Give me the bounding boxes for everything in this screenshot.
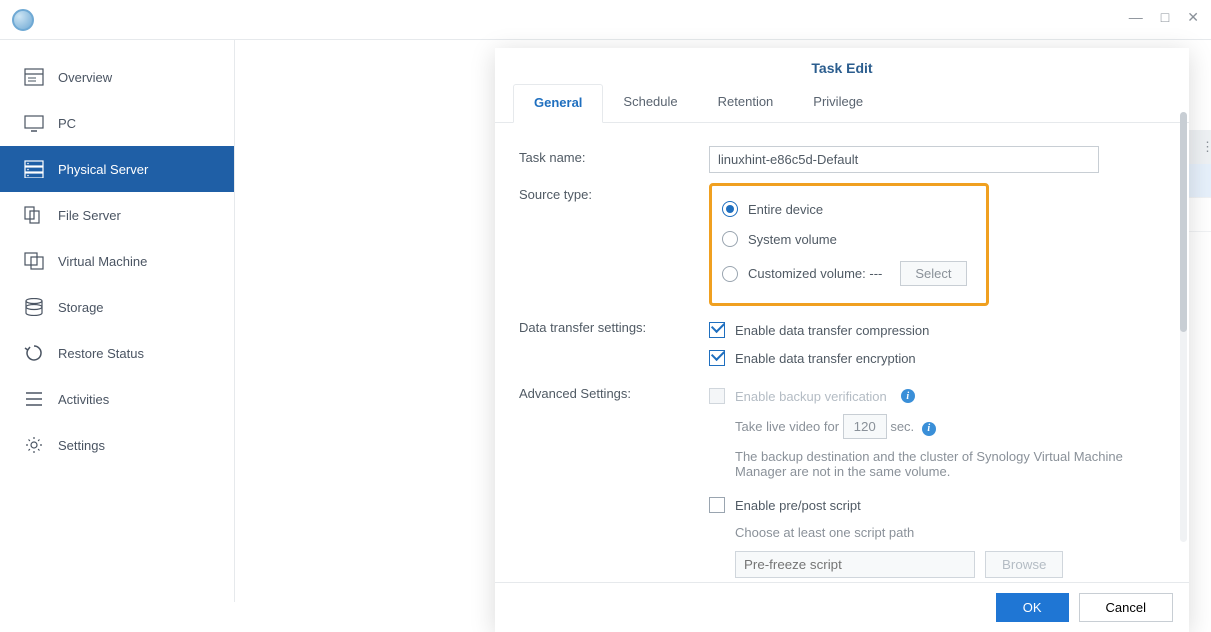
app-logo-icon: [12, 9, 34, 31]
radio-customized-volume[interactable]: Customized volume: --- Select: [722, 254, 976, 293]
live-video-seconds-input: [843, 414, 887, 439]
tab-privilege[interactable]: Privilege: [793, 84, 883, 122]
tab-general[interactable]: General: [513, 84, 603, 123]
server-icon: [24, 160, 44, 178]
file-server-icon: [24, 206, 44, 224]
volume-warning: The backup destination and the cluster o…: [735, 443, 1155, 491]
checkbox-icon: [709, 497, 725, 513]
script-help: Choose at least one script path: [735, 519, 1165, 546]
tab-schedule[interactable]: Schedule: [603, 84, 697, 122]
sidebar-item-file-server[interactable]: File Server: [0, 192, 234, 238]
sidebar-item-label: Restore Status: [58, 346, 144, 361]
sidebar-item-pc[interactable]: PC: [0, 100, 234, 146]
modal-footer: OK Cancel: [495, 582, 1189, 632]
checkbox-verification: Enable backup verification i: [709, 382, 1165, 410]
sidebar-item-physical-server[interactable]: Physical Server: [0, 146, 234, 192]
checkbox-compression[interactable]: Enable data transfer compression: [709, 316, 1165, 344]
radio-label: Customized volume: ---: [748, 266, 882, 281]
checkbox-label: Enable backup verification: [735, 389, 887, 404]
browse-pre-button: Browse: [985, 551, 1063, 578]
sidebar-item-storage[interactable]: Storage: [0, 284, 234, 330]
radio-system-volume[interactable]: System volume: [722, 224, 976, 254]
vm-icon: [24, 252, 44, 270]
pre-freeze-input: [735, 551, 975, 578]
cancel-button[interactable]: Cancel: [1079, 593, 1173, 622]
sidebar-item-label: PC: [58, 116, 76, 131]
scrollbar[interactable]: [1180, 112, 1187, 542]
gear-icon: [24, 436, 44, 454]
checkbox-label: Enable data transfer encryption: [735, 351, 916, 366]
checkbox-encryption[interactable]: Enable data transfer encryption: [709, 344, 1165, 372]
checkbox-label: Enable pre/post script: [735, 498, 861, 513]
checkbox-icon: [709, 388, 725, 404]
live-video-prefix: Take live video for: [735, 419, 839, 434]
checkbox-script[interactable]: Enable pre/post script: [709, 491, 1165, 519]
sidebar-item-label: Activities: [58, 392, 109, 407]
data-transfer-label: Data transfer settings:: [519, 316, 709, 335]
storage-icon: [24, 298, 44, 316]
sidebar-item-label: File Server: [58, 208, 121, 223]
table-more-icon[interactable]: ⋮: [1191, 130, 1211, 164]
select-volume-button[interactable]: Select: [900, 261, 966, 286]
sidebar-item-label: Overview: [58, 70, 112, 85]
close-icon[interactable]: ✕: [1187, 10, 1199, 24]
tab-retention[interactable]: Retention: [698, 84, 794, 122]
modal-body: Task name: Source type: Entire device: [495, 123, 1189, 582]
main-area: Overview PC Physical Server File Server …: [0, 40, 1211, 602]
sidebar-item-label: Virtual Machine: [58, 254, 147, 269]
pc-icon: [24, 114, 44, 132]
radio-icon: [722, 231, 738, 247]
advanced-settings-label: Advanced Settings:: [519, 382, 709, 401]
task-name-input[interactable]: [709, 146, 1099, 173]
checkbox-icon: [709, 350, 725, 366]
live-video-suffix: sec.: [890, 419, 914, 434]
sidebar-item-overview[interactable]: Overview: [0, 54, 234, 100]
info-icon[interactable]: i: [922, 422, 936, 436]
modal-tabs: General Schedule Retention Privilege: [495, 84, 1189, 123]
scrollbar-thumb[interactable]: [1180, 112, 1187, 332]
sidebar-item-label: Settings: [58, 438, 105, 453]
sidebar-item-label: Physical Server: [58, 162, 148, 177]
sidebar-item-settings[interactable]: Settings: [0, 422, 234, 468]
radio-entire-device[interactable]: Entire device: [722, 194, 976, 224]
maximize-icon[interactable]: □: [1161, 10, 1169, 24]
sidebar: Overview PC Physical Server File Server …: [0, 40, 235, 602]
titlebar: — □ ✕: [0, 0, 1211, 40]
modal-title: Task Edit: [495, 48, 1189, 84]
task-edit-modal: Task Edit General Schedule Retention Pri…: [495, 48, 1189, 632]
overview-icon: [24, 68, 44, 86]
sidebar-item-label: Storage: [58, 300, 104, 315]
radio-label: Entire device: [748, 202, 823, 217]
radio-icon: [722, 266, 738, 282]
task-name-label: Task name:: [519, 146, 709, 173]
activities-icon: [24, 390, 44, 408]
content-area: up Status ⋮ d up ... Next backup time:05…: [235, 40, 1211, 602]
radio-icon: [722, 201, 738, 217]
minimize-icon[interactable]: —: [1129, 10, 1143, 24]
radio-label: System volume: [748, 232, 837, 247]
checkbox-label: Enable data transfer compression: [735, 323, 929, 338]
info-icon[interactable]: i: [901, 389, 915, 403]
checkbox-icon: [709, 322, 725, 338]
restore-icon: [24, 344, 44, 362]
sidebar-item-restore-status[interactable]: Restore Status: [0, 330, 234, 376]
ok-button[interactable]: OK: [996, 593, 1069, 622]
source-type-radiogroup: Entire device System volume Customized v…: [709, 183, 989, 306]
source-type-label: Source type:: [519, 183, 709, 202]
sidebar-item-activities[interactable]: Activities: [0, 376, 234, 422]
sidebar-item-virtual-machine[interactable]: Virtual Machine: [0, 238, 234, 284]
window-controls: — □ ✕: [1129, 10, 1199, 24]
